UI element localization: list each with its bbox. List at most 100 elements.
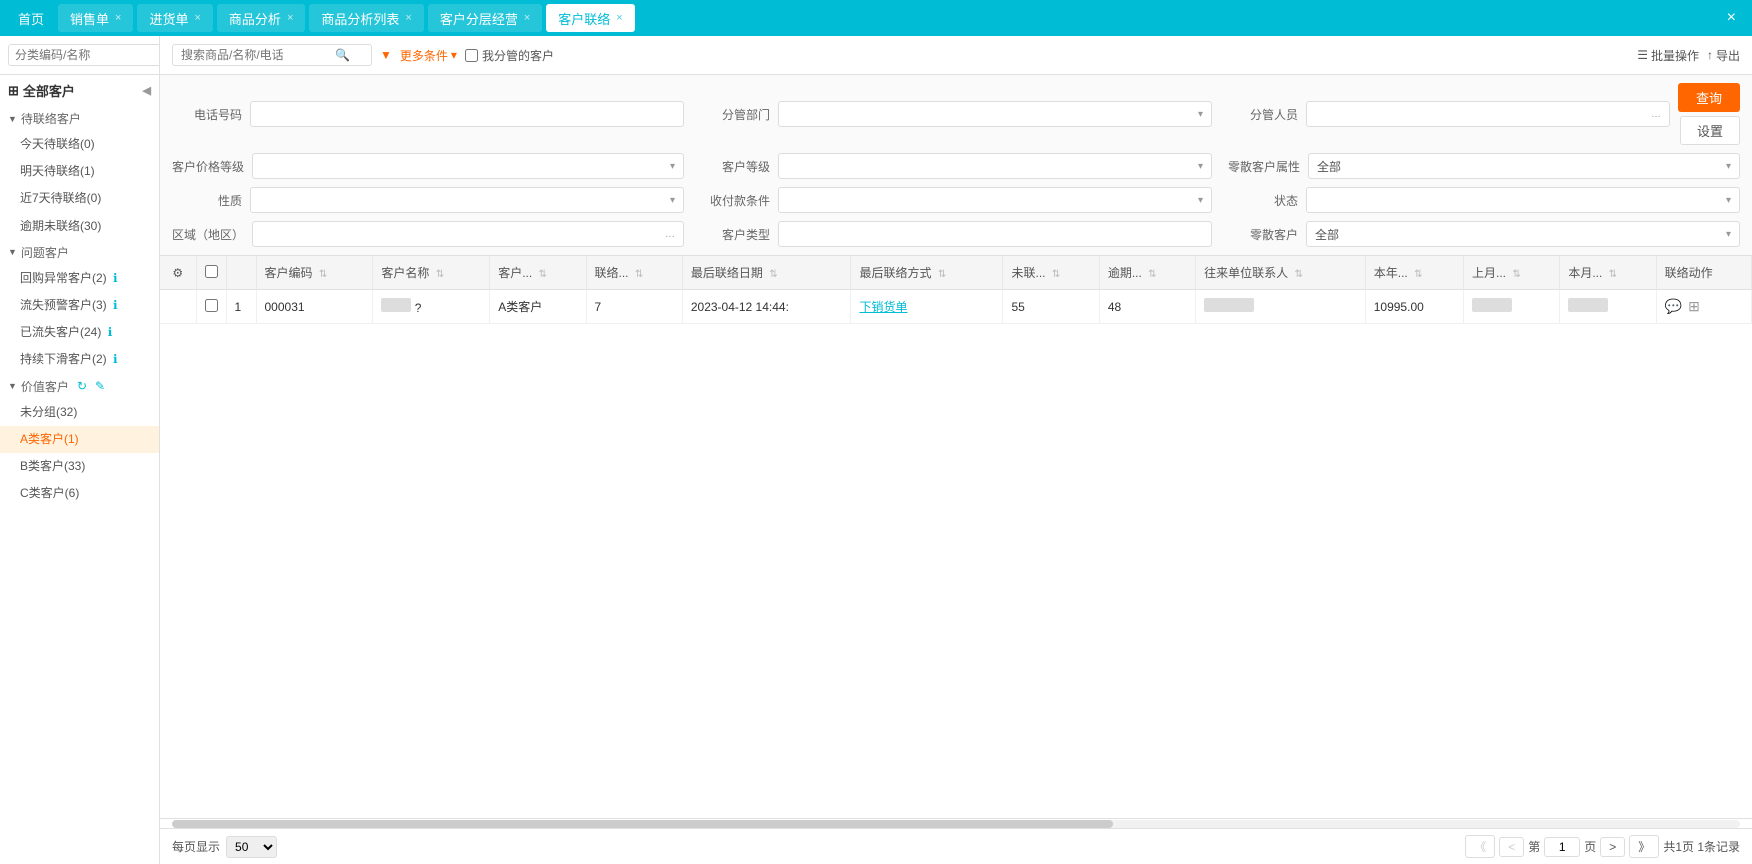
nav-tab-analysis-list[interactable]: 商品分析列表 × — [309, 4, 423, 32]
first-page-btn[interactable]: 《 — [1465, 835, 1495, 858]
sort-icon-contact: ⇅ — [635, 269, 643, 280]
sidebar-item-declining[interactable]: 持续下滑客户(2) ℹ — [0, 346, 159, 373]
th-gear[interactable]: ⚙ — [160, 256, 196, 290]
filter-select-payment[interactable]: ▾ — [778, 187, 1212, 213]
nav-tab-customer-contact[interactable]: 客户联络 × — [546, 4, 634, 32]
caret-icon-customer-grade: ▾ — [1198, 161, 1203, 172]
sidebar-search-input[interactable] — [8, 44, 160, 66]
sidebar-item-loss-warning[interactable]: 流失预警客户(3) ℹ — [0, 292, 159, 319]
td-checkbox — [196, 290, 226, 324]
th-checkbox — [196, 256, 226, 290]
sidebar-item-a-customers[interactable]: A类客户(1) — [0, 426, 159, 453]
nav-tab-analysis[interactable]: 商品分析 × — [217, 4, 305, 32]
export-btn[interactable]: ↑ 导出 — [1707, 47, 1740, 64]
sidebar-problem-customers-section[interactable]: ▼ 问题客户 — [0, 240, 159, 265]
main-search-input[interactable] — [181, 48, 331, 62]
filter-select-manager[interactable]: … — [1306, 101, 1670, 127]
prev-page-btn[interactable]: < — [1499, 837, 1524, 857]
th-last-month[interactable]: 上月... ⇅ — [1463, 256, 1559, 290]
th-customer-type[interactable]: 客户... ⇅ — [490, 256, 586, 290]
sidebar-item-c-customers[interactable]: C类客户(6) — [0, 480, 159, 507]
td-overdue: 48 — [1099, 290, 1195, 324]
filter-btn-row: 查询 设置 — [1678, 83, 1740, 145]
filter-select-scatter-attr[interactable]: 全部 ▾ — [1308, 153, 1740, 179]
filter-row-customer-grade: 客户等级 ▾ — [700, 153, 1212, 179]
th-this-month[interactable]: 本月... ⇅ — [1560, 256, 1656, 290]
th-uncontacted[interactable]: 未联... ⇅ — [1003, 256, 1099, 290]
sidebar-collapse-icon[interactable]: ◀ — [143, 84, 151, 97]
sidebar-item-b-customers[interactable]: B类客户(33) — [0, 453, 159, 480]
table-container: ⚙ 客户编码 ⇅ 客户名称 ⇅ — [160, 256, 1752, 818]
th-customer-code[interactable]: 客户编码 ⇅ — [256, 256, 373, 290]
next-page-btn[interactable]: > — [1600, 837, 1625, 857]
filter-select-customer-grade[interactable]: ▾ — [778, 153, 1212, 179]
td-this-month — [1560, 290, 1656, 324]
th-overdue[interactable]: 逾期... ⇅ — [1099, 256, 1195, 290]
close-analysis-tab[interactable]: × — [287, 12, 293, 24]
sidebar-item-tomorrow-pending[interactable]: 明天待联络(1) — [0, 158, 159, 185]
customer-table: ⚙ 客户编码 ⇅ 客户名称 ⇅ — [160, 256, 1752, 324]
batch-icon: ☰ — [1637, 48, 1648, 62]
page-size-select[interactable]: 50 100 200 — [226, 836, 277, 858]
sidebar-item-7day-pending[interactable]: 近7天待联络(0) — [0, 185, 159, 212]
filter-select-region[interactable]: … — [252, 221, 684, 247]
filter-input-customer-type[interactable] — [778, 221, 1212, 247]
close-customer-tier-tab[interactable]: × — [524, 12, 530, 24]
filter-label-nature: 性质 — [172, 192, 242, 209]
page-number-input[interactable] — [1544, 837, 1580, 857]
sidebar-item-today-pending[interactable]: 今天待联络(0) — [0, 131, 159, 158]
query-btn[interactable]: 查询 — [1678, 83, 1740, 112]
filter-select-price-grade[interactable]: ▾ — [252, 153, 684, 179]
sidebar-item-ungrouped[interactable]: 未分组(32) — [0, 399, 159, 426]
batch-op-btn[interactable]: ☰ 批量操作 — [1637, 47, 1699, 64]
search-box: 🔍 — [172, 44, 372, 66]
more-conditions-btn[interactable]: 更多条件 ▾ — [400, 47, 457, 64]
nav-home[interactable]: 首页 — [8, 9, 54, 28]
last-contact-method-link[interactable]: 下销货单 — [859, 300, 907, 314]
sidebar-value-customers-section[interactable]: ▼ 价值客户 ↻ ✎ — [0, 374, 159, 399]
refresh-icon[interactable]: ↻ — [77, 379, 87, 393]
nav-tab-sales[interactable]: 销售单 × — [58, 4, 133, 32]
filter-label-manager: 分管人员 — [1228, 106, 1298, 123]
close-purchase-tab[interactable]: × — [194, 12, 200, 24]
info-icon-2: ℹ — [113, 298, 118, 312]
th-last-contact-date[interactable]: 最后联络日期 ⇅ — [682, 256, 851, 290]
sidebar-item-repurchase-abnormal[interactable]: 回购异常客户(2) ℹ — [0, 265, 159, 292]
last-page-btn[interactable]: 》 — [1629, 835, 1659, 858]
grid-action-icon[interactable]: ⊞ — [1688, 298, 1700, 315]
filter-input-phone[interactable] — [250, 101, 684, 127]
filter-row-phone: 电话号码 — [172, 83, 684, 145]
row-checkbox[interactable] — [205, 299, 218, 312]
close-sales-tab[interactable]: × — [115, 12, 121, 24]
sidebar-item-lost[interactable]: 已流失客户(24) ℹ — [0, 319, 159, 346]
sidebar-pending-contact-section[interactable]: ▼ 待联络客户 — [0, 106, 159, 131]
search-icon-main[interactable]: 🔍 — [335, 48, 350, 62]
filter-select-dept[interactable]: ▾ — [778, 101, 1212, 127]
close-analysis-list-tab[interactable]: × — [405, 12, 411, 24]
filter-select-status[interactable]: ▾ — [1306, 187, 1740, 213]
filter-row-scatter: 零散客户 全部 ▾ — [1228, 221, 1740, 247]
sidebar-item-overdue-pending[interactable]: 逾期未联络(30) — [0, 213, 159, 240]
th-customer-name[interactable]: 客户名称 ⇅ — [373, 256, 490, 290]
close-customer-contact-tab[interactable]: × — [616, 12, 622, 24]
th-last-contact-method[interactable]: 最后联络方式 ⇅ — [851, 256, 1003, 290]
td-customer-code[interactable]: 000031 — [256, 290, 373, 324]
nav-tab-purchase[interactable]: 进货单 × — [137, 4, 212, 32]
th-contact[interactable]: 联络... ⇅ — [586, 256, 682, 290]
info-icon-4: ℹ — [113, 352, 118, 366]
chat-action-icon[interactable]: 💬 — [1665, 298, 1682, 315]
nav-tab-customer-tier[interactable]: 客户分层经营 × — [428, 4, 542, 32]
filter-select-nature[interactable]: ▾ — [250, 187, 684, 213]
edit-icon[interactable]: ✎ — [95, 379, 105, 393]
sidebar-all-customers[interactable]: ⊞ 全部客户 ◀ — [0, 75, 159, 106]
caret-icon-scatter-attr: ▾ — [1726, 161, 1731, 172]
settings-btn[interactable]: 设置 — [1680, 116, 1740, 145]
th-this-year[interactable]: 本年... ⇅ — [1365, 256, 1463, 290]
th-company-contact[interactable]: 往来单位联系人 ⇅ — [1196, 256, 1366, 290]
sidebar: 🔍 ⊞ 全部客户 ◀ ▼ 待联络客户 今天待联络(0) 明天待联络(1) 近7天… — [0, 36, 160, 864]
close-all-tabs[interactable]: × — [1719, 9, 1744, 27]
filter-select-scatter[interactable]: 全部 ▾ — [1306, 221, 1740, 247]
my-customers-checkbox[interactable] — [465, 49, 478, 62]
sort-icon-this-year: ⇅ — [1414, 269, 1422, 280]
select-all-checkbox[interactable] — [205, 265, 218, 278]
